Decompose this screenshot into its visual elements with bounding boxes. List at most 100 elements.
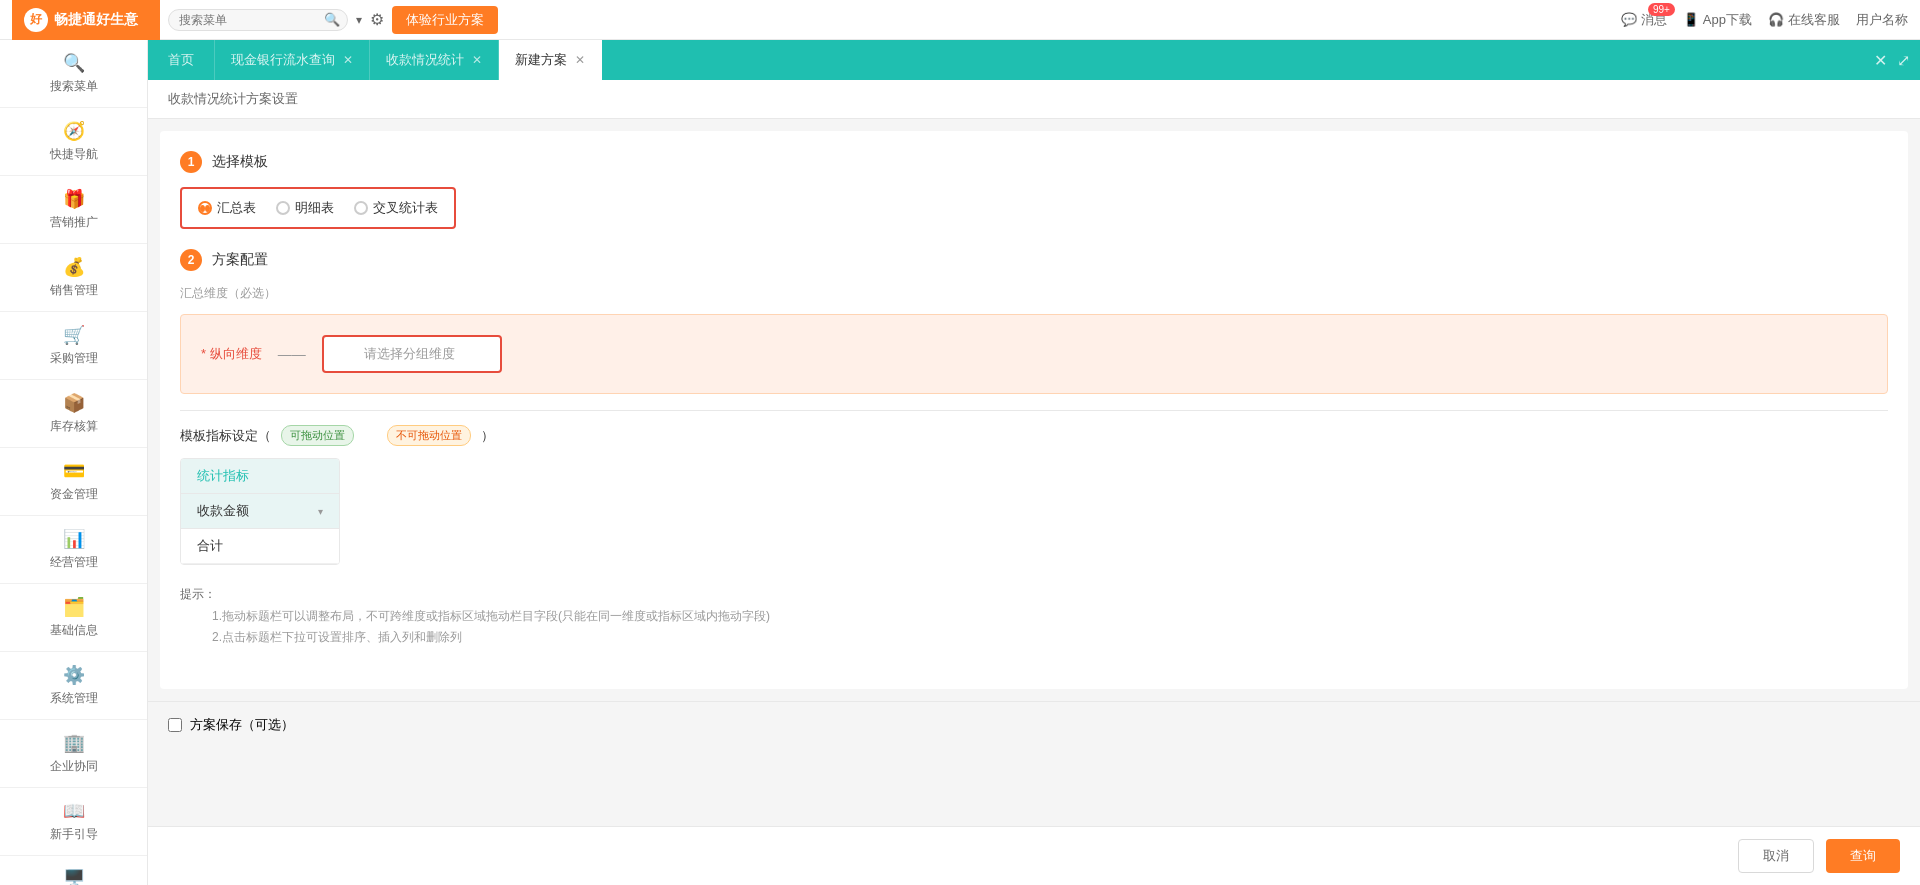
user-name[interactable]: 用户名称: [1856, 11, 1908, 29]
sidebar-item-sales[interactable]: 💰 销售管理: [0, 244, 147, 312]
bottom-bar: 取消 查询: [148, 826, 1920, 885]
main-panel: 1 选择模板 汇总表: [160, 131, 1908, 689]
save-option: 方案保存（可选）: [148, 701, 1920, 748]
radio-summary-label: 汇总表: [217, 199, 256, 217]
dimension-label-text: 汇总维度（必选）: [180, 286, 276, 300]
trial-button[interactable]: 体验行业方案: [392, 6, 498, 34]
indicator-cell-total: 合计: [181, 529, 339, 564]
tab-home[interactable]: 首页: [148, 40, 215, 80]
header-right: 💬 消息 99+ 📱 App下载 🎧 在线客服 用户名称: [1621, 11, 1908, 29]
radio-cross-label: 交叉统计表: [373, 199, 438, 217]
tab-bar: 首页 现金银行流水查询 ✕ 收款情况统计 ✕ 新建方案 ✕ ✕ ⤢: [148, 40, 1920, 80]
breadcrumb: 收款情况统计方案设置: [148, 80, 1920, 119]
indicator-header: 模板指标设定（ 可拖动位置 不可拖动位置 ）: [180, 425, 1888, 446]
dimension-select-btn[interactable]: 请选择分组维度: [322, 335, 502, 373]
menu-dropdown-icon[interactable]: ▾: [356, 13, 362, 27]
sidebar-label-corp: 企业协同: [50, 758, 98, 775]
sidebar-item-marketing[interactable]: 🎁 营销推广: [0, 176, 147, 244]
radio-summary[interactable]: 汇总表: [198, 199, 256, 217]
tips-title: 提示：: [180, 587, 216, 601]
radio-detail-btn: [276, 201, 290, 215]
service-label: 在线客服: [1788, 11, 1840, 29]
cancel-button[interactable]: 取消: [1738, 839, 1814, 873]
logo-icon: 好: [24, 8, 48, 32]
sidebar-label-finance: 资金管理: [50, 486, 98, 503]
sidebar-item-base[interactable]: 🗂️ 基础信息: [0, 584, 147, 652]
indicator-col-header[interactable]: 收款金额 ▾: [181, 494, 339, 529]
tips-area: 提示： 1.拖动标题栏可以调整布局，不可跨维度或指标区域拖动栏目字段(只能在同一…: [180, 584, 1888, 649]
sidebar-item-purchase[interactable]: 🛒 采购管理: [0, 312, 147, 380]
indicator-table: 统计指标 收款金额 ▾ 合计: [180, 458, 340, 565]
indicator-table-header-text: 统计指标: [197, 468, 249, 483]
sidebar-item-search[interactable]: 🔍 搜索菜单: [0, 40, 147, 108]
sidebar-label-nav: 快捷导航: [50, 146, 98, 163]
non-draggable-badge: 不可拖动位置: [387, 425, 471, 446]
step1-section: 1 选择模板 汇总表: [180, 151, 1888, 229]
sidebar-label-guide: 新手引导: [50, 826, 98, 843]
settings-icon[interactable]: ⚙: [370, 10, 384, 29]
content-area: 首页 现金银行流水查询 ✕ 收款情况统计 ✕ 新建方案 ✕ ✕ ⤢: [148, 40, 1920, 885]
tab-receipts[interactable]: 收款情况统计 ✕: [370, 40, 499, 80]
tab-maximize-icon[interactable]: ⤢: [1897, 51, 1910, 70]
tab-new-plan[interactable]: 新建方案 ✕: [499, 40, 602, 80]
sidebar-label-operation: 经营管理: [50, 554, 98, 571]
purchase-icon: 🛒: [63, 324, 85, 346]
indicator-suffix: ）: [481, 427, 494, 445]
indicator-label: 模板指标设定（: [180, 427, 271, 445]
notif-count: 99+: [1648, 3, 1675, 16]
sidebar-label-sales: 销售管理: [50, 282, 98, 299]
page-content: 收款情况统计方案设置 1 选择模板: [148, 80, 1920, 885]
sidebar-item-nav[interactable]: 🧭 快捷导航: [0, 108, 147, 176]
draggable-label: 可拖动位置: [290, 429, 345, 441]
sidebar-item-hardware[interactable]: 🖥️ 智能硬件: [0, 856, 147, 885]
col-header-text: 收款金额: [197, 502, 249, 520]
search-input[interactable]: [168, 9, 348, 31]
tab-receipts-close[interactable]: ✕: [472, 53, 482, 67]
message-icon: 💬: [1621, 12, 1637, 27]
sidebar-item-finance[interactable]: 💳 资金管理: [0, 448, 147, 516]
tab-cashflow-close[interactable]: ✕: [343, 53, 353, 67]
operation-icon: 📊: [63, 528, 85, 550]
tab-minimize-icon[interactable]: ✕: [1874, 51, 1887, 70]
sidebar-item-corp[interactable]: 🏢 企业协同: [0, 720, 147, 788]
marketing-icon: 🎁: [63, 188, 85, 210]
sidebar-label-base: 基础信息: [50, 622, 98, 639]
non-draggable-label: 不可拖动位置: [396, 429, 462, 441]
search-menu-icon: 🔍: [63, 52, 85, 74]
tab-bar-controls: ✕ ⤢: [1874, 40, 1920, 80]
step1-header: 1 选择模板: [180, 151, 1888, 173]
finance-icon: 💳: [63, 460, 85, 482]
query-button[interactable]: 查询: [1826, 839, 1900, 873]
main-layout: 🔍 搜索菜单 🧭 快捷导航 🎁 营销推广 💰 销售管理 🛒 采购管理 📦 库存核…: [0, 0, 1920, 885]
col-chevron-icon: ▾: [318, 506, 323, 517]
tab-new-plan-label: 新建方案: [515, 51, 567, 69]
tab-new-plan-close[interactable]: ✕: [575, 53, 585, 67]
sidebar-item-inventory[interactable]: 📦 库存核算: [0, 380, 147, 448]
sidebar-item-operation[interactable]: 📊 经营管理: [0, 516, 147, 584]
notification-badge[interactable]: 💬 消息 99+: [1621, 11, 1667, 29]
step1-title: 选择模板: [212, 153, 268, 171]
service-area[interactable]: 🎧 在线客服: [1768, 11, 1840, 29]
sidebar-item-guide[interactable]: 📖 新手引导: [0, 788, 147, 856]
radio-detail[interactable]: 明细表: [276, 199, 334, 217]
download-area[interactable]: 📱 App下载: [1683, 11, 1752, 29]
sidebar-item-system[interactable]: ⚙️ 系统管理: [0, 652, 147, 720]
download-icon: 📱: [1683, 12, 1699, 27]
step2-title: 方案配置: [212, 251, 268, 269]
step1-number: 1: [180, 151, 202, 173]
dimension-section-label: 汇总维度（必选）: [180, 285, 1888, 302]
tab-home-label: 首页: [168, 51, 194, 69]
tip-item-2: 2.点击标题栏下拉可设置排序、插入列和删除列: [212, 627, 1888, 649]
sidebar-label-system: 系统管理: [50, 690, 98, 707]
tab-cashflow[interactable]: 现金银行流水查询 ✕: [215, 40, 370, 80]
draggable-badge: 可拖动位置: [281, 425, 354, 446]
save-checkbox[interactable]: [168, 718, 182, 732]
radio-detail-label: 明细表: [295, 199, 334, 217]
system-icon: ⚙️: [63, 664, 85, 686]
download-label: App下载: [1703, 11, 1752, 29]
inventory-icon: 📦: [63, 392, 85, 414]
indicator-cell-total-text: 合计: [197, 538, 223, 553]
app-title: 畅捷通好生意: [54, 11, 138, 29]
radio-cross[interactable]: 交叉统计表: [354, 199, 438, 217]
logo-area: 好 畅捷通好生意: [12, 0, 160, 40]
